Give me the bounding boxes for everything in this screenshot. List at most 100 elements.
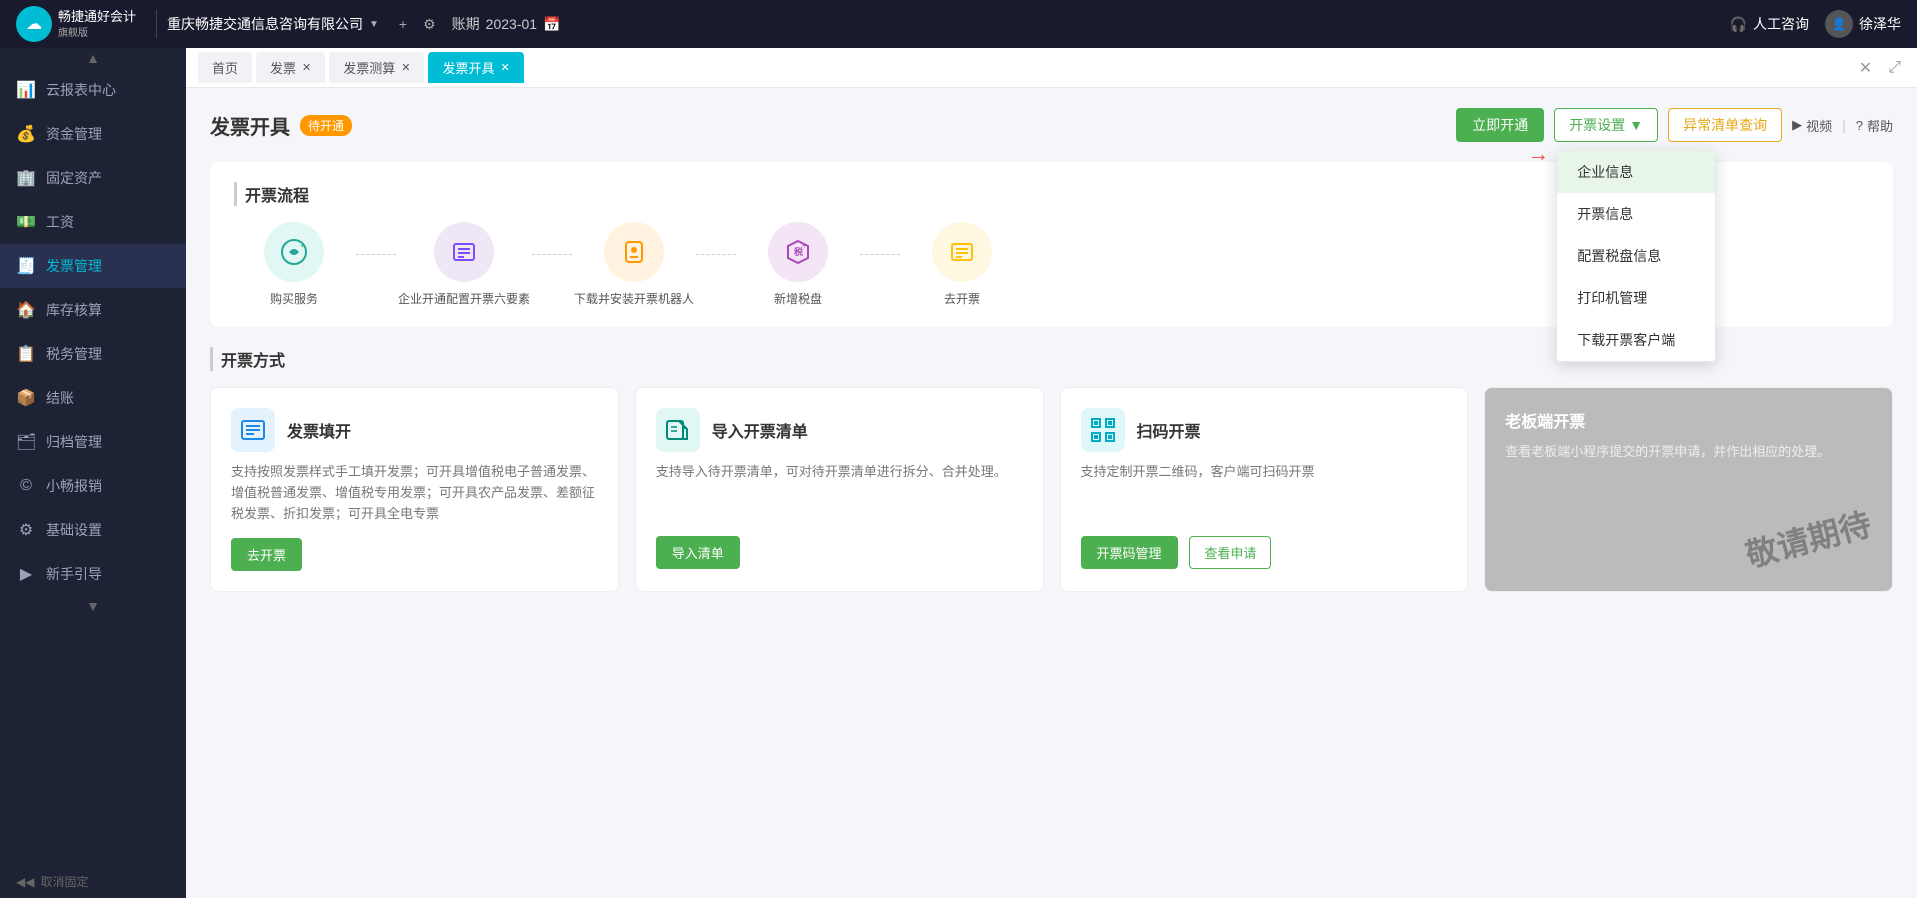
user-name: 徐泽华 [1859,14,1901,34]
flow-step-5: 去开票 [902,222,1022,307]
logo-area: ☁ 畅捷通好会计 旗舰版 [16,6,136,42]
step-1-icon: + [264,222,324,282]
flow-step-2: 企业开通配置开票六要素 [398,222,530,307]
method-card-scan-header: 扫码开票 [1081,408,1448,452]
dropdown-item-download-client[interactable]: 下载开票客户端 [1557,319,1715,361]
logo-text-area: 畅捷通好会计 旗舰版 [58,9,136,40]
tab-invoice-close[interactable]: ✕ [302,61,311,74]
settings-button[interactable]: 开票设置 ▼ [1554,108,1658,142]
page-title: 发票开具 [210,111,290,140]
tab-invoice-calc-close[interactable]: ✕ [401,61,410,74]
method-card-fill: 发票填开 支持按照发票样式手工填开发票；可开具增值税电子普通发票、增值税普通发票… [210,387,619,592]
step-5-icon [932,222,992,282]
expand-window-button[interactable]: ⤢ [1884,55,1905,81]
method-boss-title: 老板端开票 [1505,408,1585,432]
expense-icon: © [16,477,36,495]
video-label: 视频 [1806,116,1832,135]
sidebar-scroll-up[interactable]: ▲ [0,48,186,68]
method-card-scan: 扫码开票 支持定制开票二维码，客户端可扫码开票 开票码管理 查看申请 [1060,387,1469,592]
step-divider-1 [356,254,396,255]
sidebar-item-funds[interactable]: 💰 资金管理 [0,112,186,156]
video-button[interactable]: ▶ 视频 [1792,116,1832,135]
settings-sidebar-icon: ⚙ [16,520,36,540]
sidebar-unpin-button[interactable]: ◀◀ 取消固定 [0,865,186,898]
logo-text: 畅捷通好会计 [58,9,136,25]
flow-step-3: 下载并安装开票机器人 [574,222,694,307]
logo-icon: ☁ [16,6,52,42]
invoice-icon: 🧾 [16,256,36,276]
status-badge: 待开通 [300,115,352,136]
tab-home[interactable]: 首页 [198,52,252,83]
sidebar-item-reports[interactable]: 📊 云报表中心 [0,68,186,112]
dropdown-item-company-info[interactable]: 企业信息 [1557,151,1715,193]
sidebar-item-assets[interactable]: 🏢 固定资产 [0,156,186,200]
method-fill-btn[interactable]: 去开票 [231,538,302,571]
method-fill-desc: 支持按照发票样式手工填开发票；可开具增值税电子普通发票、增值税普通发票、增值税专… [231,462,598,524]
account-period-label: 账期 [452,14,480,34]
sidebar-item-guide[interactable]: ▶ 新手引导 [0,552,186,596]
tab-invoice-issue-label: 发票开具 [442,58,494,77]
company-arrow-icon: ▼ [369,19,379,30]
account-period[interactable]: 账期 2023-01 📅 [452,14,561,34]
unpin-label: 取消固定 [40,873,88,890]
company-selector[interactable]: 重庆畅捷交通信息咨询有限公司 ▼ [156,10,389,38]
sidebar-item-invoice-label: 发票管理 [46,256,102,276]
inventory-icon: 🏠 [16,300,36,320]
help-button[interactable]: ? 帮助 [1856,116,1893,135]
step-divider-2 [532,254,572,255]
abnormal-list-button[interactable]: 异常清单查询 [1668,108,1782,142]
sidebar-item-funds-label: 资金管理 [46,124,102,144]
help-icon: ? [1856,118,1863,133]
tab-invoice-issue[interactable]: 发票开具 ✕ [428,52,523,83]
sidebar-item-assets-label: 固定资产 [46,168,102,188]
sidebar-item-tax[interactable]: 📋 税务管理 [0,332,186,376]
dropdown-item-invoice-info[interactable]: 开票信息 [1557,193,1715,235]
sidebar-item-salary-label: 工资 [46,212,74,232]
sidebar-item-archive[interactable]: 🗂 归档管理 [0,420,186,464]
coming-soon-watermark: 敬请期待 [1740,500,1876,578]
step-5-label: 去开票 [944,290,980,307]
import-invoice-icon [656,408,700,452]
step-3-icon [604,222,664,282]
sidebar-scroll-down[interactable]: ▼ [0,596,186,616]
method-import-btn[interactable]: 导入清单 [656,536,740,569]
sidebar-item-expense[interactable]: © 小畅报销 [0,464,186,508]
step-4-icon: 税+ [768,222,828,282]
main-area: ▲ 📊 云报表中心 💰 资金管理 🏢 固定资产 💵 工资 🧾 发票管理 [0,48,1917,898]
reports-icon: 📊 [16,80,36,100]
dropdown-item-printer[interactable]: 打印机管理 [1557,277,1715,319]
flow-step-1: + 购买服务 [234,222,354,307]
step-divider-4 [860,254,900,255]
sidebar-item-closing-label: 结账 [46,388,74,408]
sidebar-item-tax-label: 税务管理 [46,344,102,364]
sidebar: ▲ 📊 云报表中心 💰 资金管理 🏢 固定资产 💵 工资 🧾 发票管理 [0,48,186,898]
salary-icon: 💵 [16,212,36,232]
method-scan-btn2[interactable]: 查看申请 [1189,536,1271,569]
top-bar-left: ☁ 畅捷通好会计 旗舰版 重庆畅捷交通信息咨询有限公司 ▼ + ⚙ 账期 202… [16,6,561,42]
method-scan-btn1[interactable]: 开票码管理 [1081,536,1178,569]
close-window-button[interactable]: ✕ [1855,54,1876,82]
method-import-title: 导入开票清单 [712,418,808,442]
settings-icon[interactable]: ⚙ [423,16,436,33]
sidebar-item-inventory[interactable]: 🏠 库存核算 [0,288,186,332]
sidebar-item-guide-label: 新手引导 [46,564,102,584]
sidebar-item-invoice[interactable]: 🧾 发票管理 [0,244,186,288]
dropdown-item-tax-disk[interactable]: 配置税盘信息 [1557,235,1715,277]
user-menu[interactable]: 👤 徐泽华 [1825,10,1901,38]
sidebar-item-settings-label: 基础设置 [46,520,102,540]
tab-invoice-calc[interactable]: 发票测算 ✕ [329,52,424,83]
assets-icon: 🏢 [16,168,36,188]
activate-button[interactable]: 立即开通 [1456,108,1544,142]
sidebar-item-closing[interactable]: 📦 结账 [0,376,186,420]
step-1-label: 购买服务 [270,290,318,307]
support-button[interactable]: 🎧 人工咨询 [1730,14,1809,34]
sidebar-item-settings[interactable]: ⚙ 基础设置 [0,508,186,552]
separator: | [1842,117,1846,133]
tab-invoice[interactable]: 发票 ✕ [256,52,325,83]
page-header: 发票开具 待开通 立即开通 开票设置 ▼ 异常清单查询 ▶ 视频 [210,108,1893,142]
tab-invoice-issue-close[interactable]: ✕ [501,61,510,74]
method-fill-title: 发票填开 [287,418,351,442]
add-button[interactable]: + [399,16,407,32]
sidebar-item-salary[interactable]: 💵 工资 [0,200,186,244]
method-scan-title: 扫码开票 [1137,418,1201,442]
